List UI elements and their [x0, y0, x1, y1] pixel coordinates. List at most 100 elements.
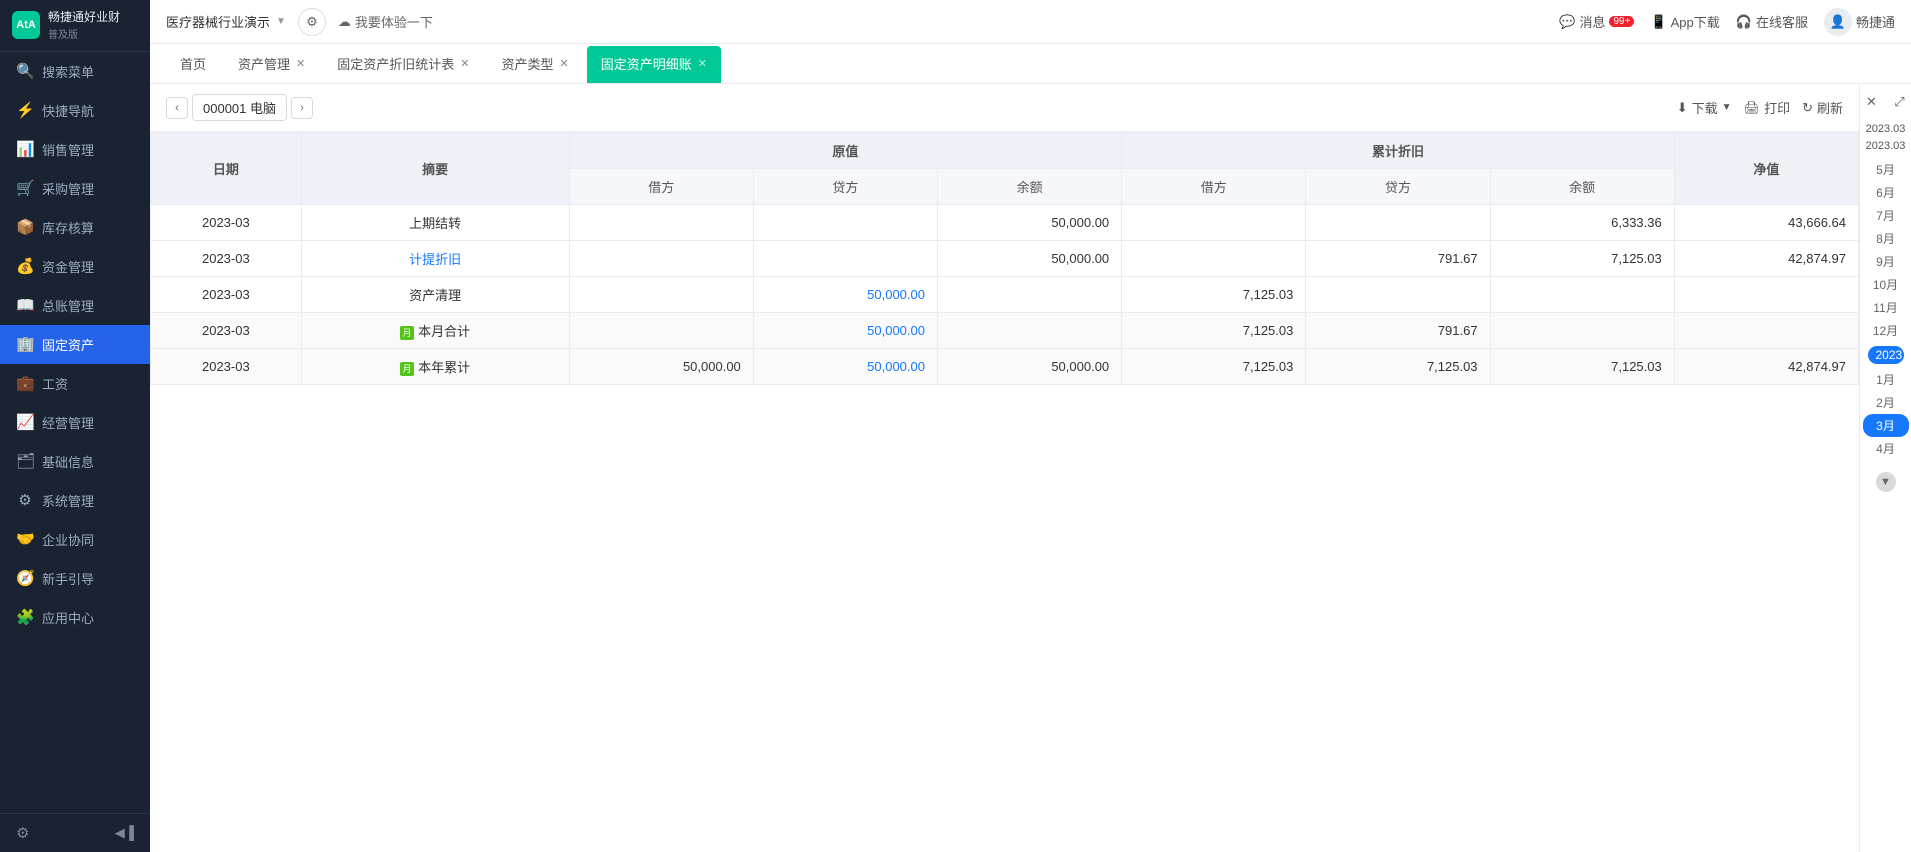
month-item[interactable]: 11月	[1863, 296, 1909, 319]
sidebar-item-collab[interactable]: 🤝企业协同	[0, 520, 150, 559]
prev-asset-button[interactable]: ‹	[166, 97, 188, 119]
tab-asset-type[interactable]: 资产类型 ✕	[487, 46, 582, 83]
asset-navigation: ‹ 000001 电脑 ›	[166, 94, 313, 121]
notification-icon: 💬	[1559, 14, 1575, 30]
tab-home[interactable]: 首页	[166, 46, 220, 83]
month-item[interactable]: 6月	[1863, 181, 1909, 204]
scroll-down-button[interactable]: ▼	[1876, 468, 1896, 496]
cell-orig-debit	[569, 313, 753, 349]
sidebar-item-sales[interactable]: 📊 销售管理	[0, 130, 150, 169]
sidebar-label-salary: 工资	[42, 374, 68, 393]
cell-dep-credit	[1306, 205, 1490, 241]
cell-desc: 上期结转	[301, 205, 569, 241]
sidebar-label-sales: 销售管理	[42, 140, 94, 159]
ops-icon: 📈	[16, 413, 34, 431]
sidebar-label-funds: 资金管理	[42, 257, 94, 276]
sidebar-item-guide[interactable]: 🧭新手引导	[0, 559, 150, 598]
cell-dep-balance	[1490, 277, 1674, 313]
notifications-badge: 99+	[1609, 16, 1634, 27]
sidebar-item-ops[interactable]: 📈经营管理	[0, 403, 150, 442]
panel-year-current: 2023.03	[1866, 138, 1906, 158]
print-button[interactable]: 🖨 打印	[1744, 98, 1791, 117]
user-profile[interactable]: 👤 畅捷通	[1824, 8, 1895, 36]
sidebar-item-system[interactable]: ⚙系统管理	[0, 481, 150, 520]
month-item[interactable]: 1月	[1863, 368, 1909, 391]
sidebar-label-quick-nav: 快捷导航	[42, 101, 94, 120]
tab-close-icon[interactable]: ✕	[698, 57, 707, 70]
tab-close-icon[interactable]: ✕	[560, 57, 569, 70]
month-item[interactable]: 5月	[1863, 158, 1909, 181]
month-item[interactable]: 12月	[1863, 319, 1909, 342]
page-toolbar: ‹ 000001 电脑 › ⬇ 下载 ▼ 🖨 打印	[150, 84, 1859, 132]
notifications-button[interactable]: 💬 消息 99+	[1559, 12, 1634, 31]
th-dep-credit: 贷方	[1306, 169, 1490, 205]
company-selector[interactable]: 医疗器械行业演示 ▼	[166, 12, 286, 31]
expand-panel-button[interactable]: ⤢	[1890, 92, 1910, 112]
sidebar-item-funds[interactable]: 💰资金管理	[0, 247, 150, 286]
dropdown-arrow-icon: ▼	[276, 16, 286, 27]
tab-asset-management[interactable]: 资产管理 ✕	[224, 46, 319, 83]
months-after: 1月2月3月4月	[1863, 368, 1909, 460]
th-net-value: 净值	[1674, 133, 1858, 205]
sidebar-item-basic[interactable]: 🗂基础信息	[0, 442, 150, 481]
sidebar-item-search[interactable]: 🔍搜索菜单	[0, 52, 150, 91]
month-item[interactable]: 7月	[1863, 204, 1909, 227]
content-area: ‹ 000001 电脑 › ⬇ 下载 ▼ 🖨 打印	[150, 84, 1911, 852]
quick-nav-icon: ⚡	[16, 101, 34, 119]
sidebar-item-salary[interactable]: 💼工资	[0, 364, 150, 403]
cloud-icon: ☁	[338, 14, 351, 30]
settings-icon[interactable]: ⚙	[16, 824, 29, 842]
download-icon: ⬇	[1677, 100, 1688, 116]
cell-orig-balance: 50,000.00	[937, 349, 1121, 385]
cell-date: 2023-03	[151, 205, 302, 241]
settings-button[interactable]: ⚙	[298, 8, 326, 36]
sidebar-label-inventory: 库存核算	[42, 218, 94, 237]
th-dep-balance: 余额	[1490, 169, 1674, 205]
month-item[interactable]: 2月	[1863, 391, 1909, 414]
month-item[interactable]: 8月	[1863, 227, 1909, 250]
cell-date: 2023-03	[151, 277, 302, 313]
sidebar-item-inventory[interactable]: 📦库存核算	[0, 208, 150, 247]
sidebar-item-ledger[interactable]: 📖总账管理	[0, 286, 150, 325]
dropdown-arrow-icon: ▼	[1722, 102, 1732, 113]
refresh-button[interactable]: ↻ 刷新	[1802, 98, 1843, 117]
close-panel-button[interactable]: ✕	[1862, 92, 1882, 112]
cell-dep-balance: 6,333.36	[1490, 205, 1674, 241]
th-original-value: 原值	[569, 133, 1122, 169]
collab-icon: 🤝	[16, 530, 34, 548]
sidebar-item-purchase[interactable]: 🛒采购管理	[0, 169, 150, 208]
cell-desc: 计提折旧	[301, 241, 569, 277]
th-orig-credit: 贷方	[753, 169, 937, 205]
cell-orig-balance	[937, 277, 1121, 313]
month-item[interactable]: 9月	[1863, 250, 1909, 273]
toolbar-left: ‹ 000001 电脑 ›	[166, 94, 313, 121]
collapse-icon[interactable]: ◀▐	[115, 825, 134, 841]
purchase-icon: 🛒	[16, 179, 34, 197]
ledger-icon: 📖	[16, 296, 34, 314]
month-item[interactable]: 4月	[1863, 437, 1909, 460]
tab-asset-detail[interactable]: 固定资产明细账 ✕	[587, 46, 721, 83]
tab-depreciation-stat[interactable]: 固定资产折旧统计表 ✕	[323, 46, 483, 83]
sidebar-item-quick-nav[interactable]: ⚡ 快捷导航	[0, 91, 150, 130]
app-download-button[interactable]: 📱 App下载	[1650, 12, 1719, 31]
th-accumulated-depreciation: 累计折旧	[1122, 133, 1675, 169]
next-asset-button[interactable]: ›	[291, 97, 313, 119]
sidebar-item-fixed-assets[interactable]: 🏢固定资产	[0, 325, 150, 364]
cell-orig-debit	[569, 241, 753, 277]
cell-orig-credit	[753, 205, 937, 241]
tab-close-icon[interactable]: ✕	[460, 57, 469, 70]
header-right: 💬 消息 99+ 📱 App下载 🎧 在线客服 👤 畅捷通	[1559, 8, 1895, 36]
cell-orig-debit: 50,000.00	[569, 349, 753, 385]
sales-icon: 📊	[16, 140, 34, 158]
month-item[interactable]: 10月	[1863, 273, 1909, 296]
month-item[interactable]: 3月	[1863, 414, 1909, 437]
sidebar-item-apps[interactable]: 🧩应用中心	[0, 598, 150, 637]
experience-button[interactable]: ☁ 我要体验一下	[338, 12, 433, 31]
sidebar-label-system: 系统管理	[42, 491, 94, 510]
customer-service-button[interactable]: 🎧 在线客服	[1736, 12, 1808, 31]
guide-icon: 🧭	[16, 569, 34, 587]
download-button[interactable]: ⬇ 下载 ▼	[1677, 98, 1732, 117]
data-table-container: 日期 摘要 原值 累计折旧 净值 借方 贷方 余额 借方 贷方 余额	[150, 132, 1859, 852]
sidebar-nav: 🔍搜索菜单 ⚡ 快捷导航 📊 销售管理 🛒采购管理📦库存核算💰资金管理📖总账管理🏢固定资产…	[0, 52, 150, 813]
tab-close-icon[interactable]: ✕	[296, 57, 305, 70]
